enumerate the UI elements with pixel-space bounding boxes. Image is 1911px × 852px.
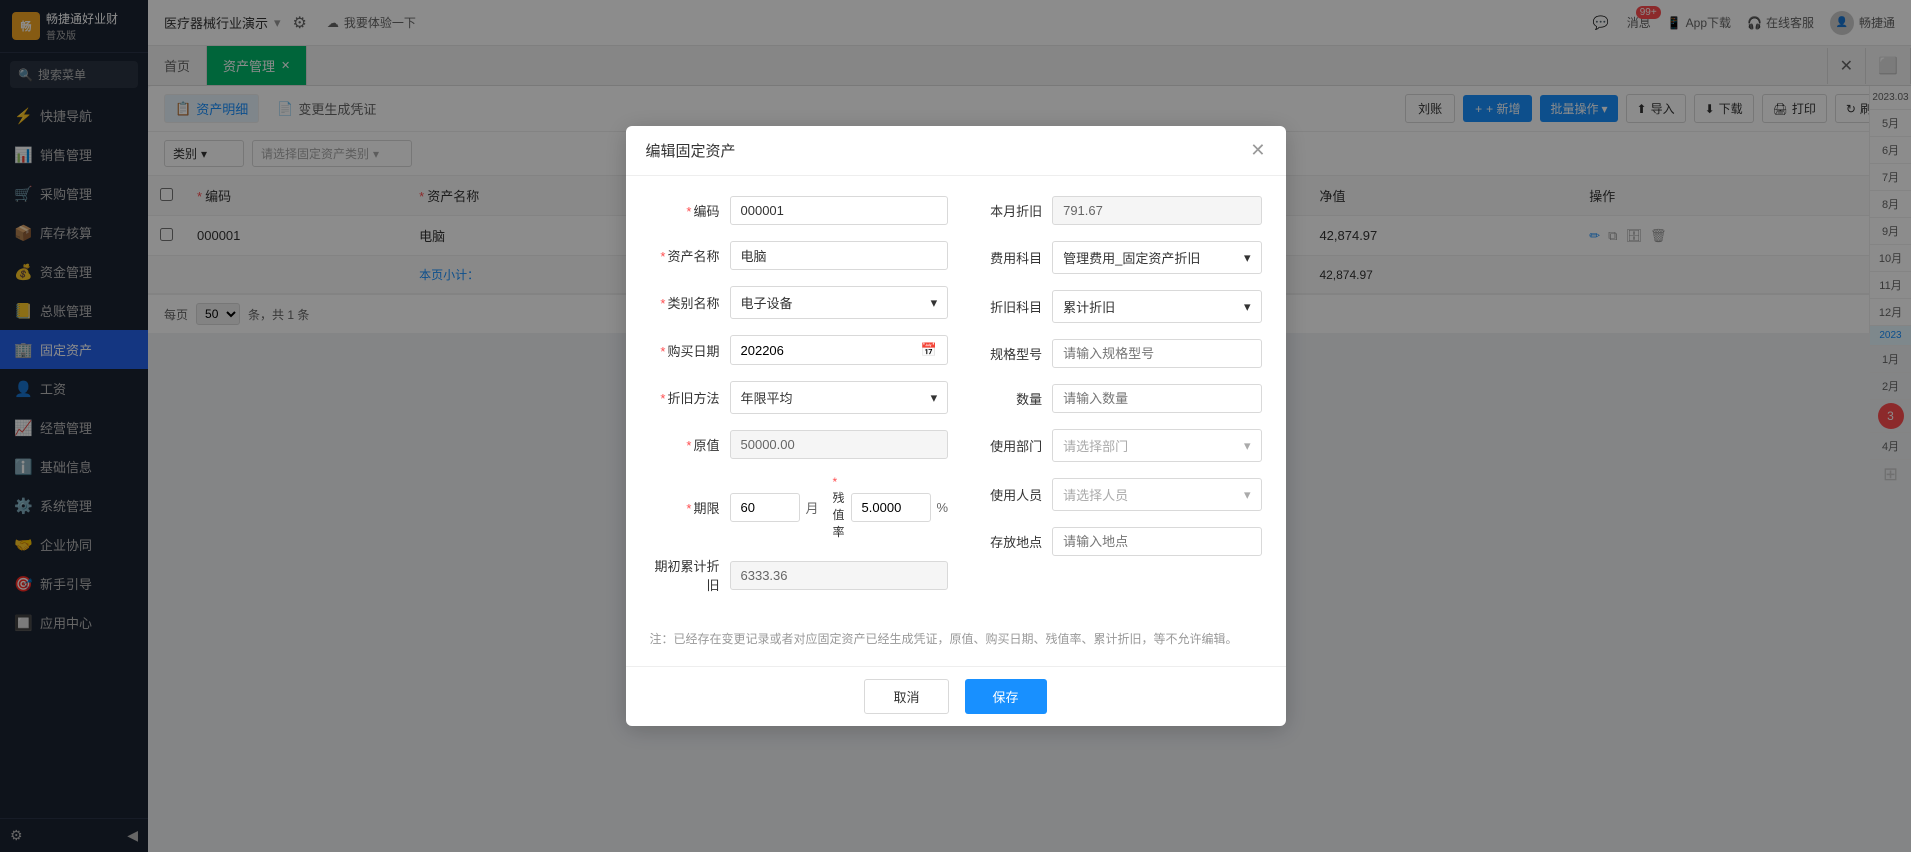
asset-name-input[interactable]	[730, 241, 949, 270]
monthly-depreciation-label: 本月折旧	[972, 201, 1052, 220]
user-select[interactable]: 请选择人员 ▾	[1052, 478, 1261, 511]
monthly-depreciation-input	[1052, 196, 1261, 225]
form-row-asset-name: *资产名称	[650, 241, 949, 270]
depreciation-method-label: *折旧方法	[650, 388, 730, 407]
residual-rate-input[interactable]	[851, 493, 931, 522]
purchase-date-input[interactable]: 202206 📅	[730, 335, 949, 365]
modal-overlay: 编辑固定资产 ✕ *编码 *资产名称	[0, 0, 1911, 852]
form-row-quantity: 数量	[972, 384, 1261, 413]
form-row-department: 使用部门 请选择部门 ▾	[972, 429, 1261, 462]
user-label: 使用人员	[972, 485, 1052, 504]
modal-footer: 取消 保存	[626, 666, 1286, 726]
calendar-icon: 📅	[921, 342, 937, 358]
expense-subject-label: 费用科目	[972, 248, 1052, 267]
code-input[interactable]	[730, 196, 949, 225]
depreciation-subject-select[interactable]: 累计折旧 ▾	[1052, 290, 1261, 323]
cancel-button[interactable]: 取消	[864, 679, 948, 714]
quantity-input[interactable]	[1052, 384, 1261, 413]
location-label: 存放地点	[972, 532, 1052, 551]
save-button[interactable]: 保存	[965, 679, 1047, 714]
form-row-original-value: *原值	[650, 430, 949, 459]
period-label: *期限	[650, 498, 730, 517]
depreciation-method-select[interactable]: 年限平均 ▾	[730, 381, 949, 414]
modal-note: 注：已经存在变更记录或者对应固定资产已经生成凭证，原值、购买日期、残值率、累计折…	[626, 630, 1286, 665]
modal-left-column: *编码 *资产名称 *类别名称 电子设备	[650, 196, 949, 610]
percent-sign: %	[937, 500, 949, 515]
spec-label: 规格型号	[972, 344, 1052, 363]
form-row-depreciation-subject: 折旧科目 累计折旧 ▾	[972, 290, 1261, 323]
form-row-depreciation-method: *折旧方法 年限平均 ▾	[650, 381, 949, 414]
form-row-code: *编码	[650, 196, 949, 225]
original-value-input[interactable]	[730, 430, 949, 459]
depreciation-method-arrow: ▾	[931, 390, 938, 406]
spec-input[interactable]	[1052, 339, 1261, 368]
location-input[interactable]	[1052, 527, 1261, 556]
form-row-monthly-depreciation: 本月折旧	[972, 196, 1261, 225]
category-select[interactable]: 电子设备 ▾	[730, 286, 949, 319]
initial-depreciation-input[interactable]	[730, 561, 949, 590]
edit-fixed-asset-modal: 编辑固定资产 ✕ *编码 *资产名称	[626, 126, 1286, 725]
period-input[interactable]	[730, 493, 800, 522]
asset-name-label: *资产名称	[650, 246, 730, 265]
form-row-location: 存放地点	[972, 527, 1261, 556]
depreciation-subject-label: 折旧科目	[972, 297, 1052, 316]
department-arrow: ▾	[1244, 438, 1251, 454]
original-value-label: *原值	[650, 435, 730, 454]
initial-depreciation-label: 期初累计折旧	[650, 556, 730, 594]
department-select[interactable]: 请选择部门 ▾	[1052, 429, 1261, 462]
modal-header: 编辑固定资产 ✕	[626, 126, 1286, 176]
modal-body: *编码 *资产名称 *类别名称 电子设备	[626, 176, 1286, 630]
quantity-label: 数量	[972, 389, 1052, 408]
form-row-initial-depreciation: 期初累计折旧	[650, 556, 949, 594]
form-row-period-residual: *期限 月 *残值率 %	[650, 475, 949, 540]
period-residual-group: 月 *残值率 %	[730, 475, 949, 540]
category-label: *类别名称	[650, 293, 730, 312]
department-label: 使用部门	[972, 436, 1052, 455]
code-label: *编码	[650, 201, 730, 220]
expense-subject-arrow: ▾	[1244, 250, 1251, 266]
expense-subject-select[interactable]: 管理费用_固定资产折旧 ▾	[1052, 241, 1261, 274]
form-row-category: *类别名称 电子设备 ▾	[650, 286, 949, 319]
purchase-date-label: *购买日期	[650, 341, 730, 360]
form-row-user: 使用人员 请选择人员 ▾	[972, 478, 1261, 511]
category-select-arrow: ▾	[931, 295, 938, 311]
modal-close-button[interactable]: ✕	[1250, 140, 1265, 161]
depreciation-subject-arrow: ▾	[1244, 299, 1251, 315]
period-unit-label: 月	[806, 498, 819, 517]
form-row-purchase-date: *购买日期 202206 📅	[650, 335, 949, 365]
form-row-expense-subject: 费用科目 管理费用_固定资产折旧 ▾	[972, 241, 1261, 274]
modal-title: 编辑固定资产	[646, 140, 736, 161]
residual-rate-label: *残值率	[833, 475, 845, 540]
form-row-spec: 规格型号	[972, 339, 1261, 368]
modal-right-column: 本月折旧 费用科目 管理费用_固定资产折旧 ▾	[972, 196, 1261, 610]
user-arrow: ▾	[1244, 487, 1251, 503]
